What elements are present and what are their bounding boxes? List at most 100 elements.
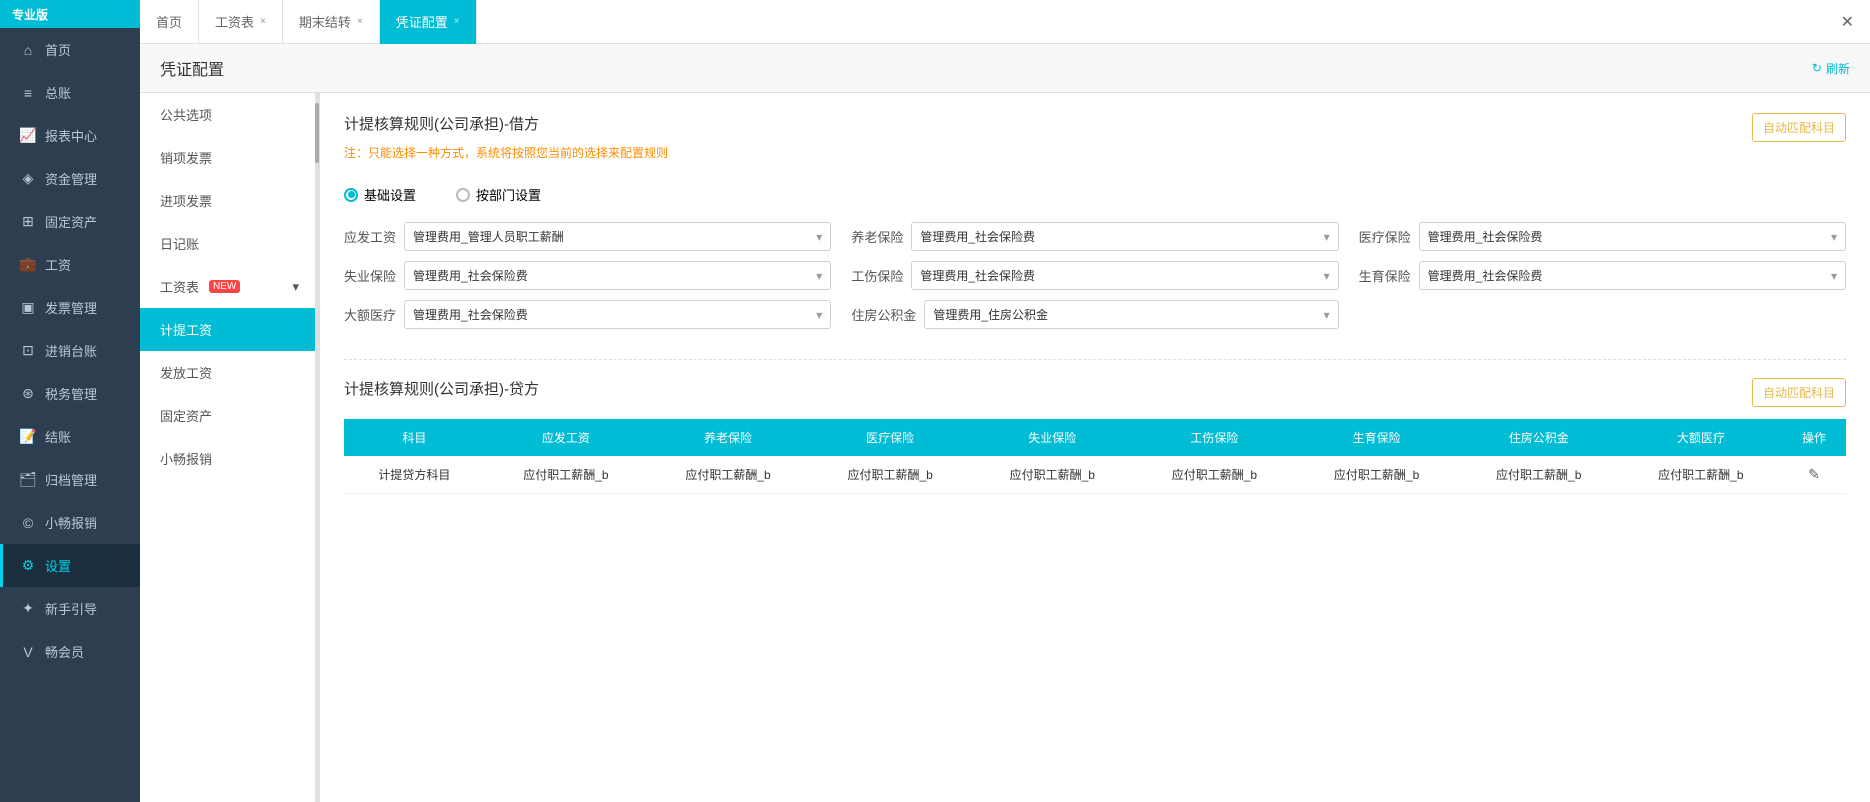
tab-salary-table[interactable]: 工资表 × (199, 0, 283, 44)
nav-label: 进项发票 (160, 191, 212, 210)
right-content: 计提核算规则(公司承担)-借方 注：只能选择一种方式，系统将按照您当前的选择来配… (320, 93, 1870, 802)
sidebar-item-label: 总账 (45, 83, 71, 102)
form-label-maternity: 生育保险 (1359, 266, 1411, 285)
left-nav-scrollbar[interactable] (315, 93, 319, 802)
section1-title: 计提核算规则(公司承担)-借方 (344, 113, 668, 134)
tab-salary-label: 工资表 (215, 12, 254, 31)
sidebar-item-fixed-assets[interactable]: ⊞ 固定资产 (0, 200, 140, 243)
sidebar-item-xiaochang-report[interactable]: © 小畅报销 (0, 501, 140, 544)
chevron-down-icon: ▾ (816, 308, 822, 322)
tab-home[interactable]: 首页 (140, 0, 199, 44)
edit-icon[interactable]: ✎ (1808, 466, 1820, 482)
td-maternity-val: 应付职工薪酬_b (1296, 456, 1458, 494)
sidebar-item-label: 结账 (45, 427, 71, 446)
th-action: 操作 (1782, 419, 1846, 456)
page-header: 凭证配置 ↻ 刷新 (140, 44, 1870, 93)
sidebar-item-home[interactable]: ⌂ 首页 (0, 28, 140, 71)
chevron-down-icon: ▾ (816, 230, 822, 244)
nav-label: 固定资产 (160, 406, 212, 425)
tab-voucher-close[interactable]: × (454, 16, 460, 27)
home-icon: ⌂ (19, 42, 37, 58)
form-select-salary[interactable]: 管理费用_管理人员职工薪酬 ▾ (404, 222, 831, 251)
topbar: 首页 工资表 × 期末结转 × 凭证配置 × ✕ (140, 0, 1870, 44)
tab-voucher-config[interactable]: 凭证配置 × (380, 0, 477, 44)
section-divider (344, 359, 1846, 360)
refresh-icon: ↻ (1812, 61, 1822, 75)
tab-period-close-btn[interactable]: × (357, 16, 363, 27)
scrollbar-thumb (315, 103, 319, 163)
sidebar-item-settings[interactable]: ⚙ 设置 (0, 544, 140, 587)
assets-icon: ⊞ (19, 213, 37, 230)
nav-item-credit-invoice[interactable]: 销项发票 (140, 136, 319, 179)
nav-item-journal[interactable]: 日记账 (140, 222, 319, 265)
form-select-text: 管理费用_社会保险费 (1428, 228, 1543, 245)
td-pension-val: 应付职工薪酬_b (647, 456, 809, 494)
nav-item-xiaochang-expense[interactable]: 小畅报销 (140, 437, 319, 480)
th-unemployment: 失业保险 (971, 419, 1133, 456)
sidebar-item-archive-mgmt[interactable]: 🗂 归档管理 (0, 458, 140, 501)
nav-label: 发放工资 (160, 363, 212, 382)
nav-item-public-options[interactable]: 公共选项 (140, 93, 319, 136)
auto-match-credit-btn[interactable]: 自动匹配科目 (1752, 378, 1846, 407)
purchase-icon: ⊡ (19, 342, 37, 359)
form-item-empty (1359, 300, 1846, 329)
sidebar-item-vip[interactable]: V 畅会员 (0, 630, 140, 673)
sidebar-item-report-center[interactable]: 📈 报表中心 (0, 114, 140, 157)
form-select-text: 管理费用_社会保险费 (920, 228, 1035, 245)
tab-voucher-label: 凭证配置 (396, 12, 448, 31)
refresh-button[interactable]: ↻ 刷新 (1812, 60, 1850, 77)
sidebar-item-closing[interactable]: 📝 结账 (0, 415, 140, 458)
form-label-housing-fund: 住房公积金 (851, 305, 916, 324)
page-title: 凭证配置 (160, 56, 224, 80)
topbar-close-button[interactable]: ✕ (1825, 0, 1870, 44)
main-area: 首页 工资表 × 期末结转 × 凭证配置 × ✕ 凭证配置 ↻ 刷新 公共选项 (140, 0, 1870, 802)
sidebar-item-label: 畅会员 (45, 642, 84, 661)
th-medical: 医疗保险 (809, 419, 971, 456)
sidebar-item-payroll[interactable]: 💼 工资 (0, 243, 140, 286)
tab-salary-close[interactable]: × (260, 16, 266, 27)
th-pension: 养老保险 (647, 419, 809, 456)
chevron-down-icon: ▾ (816, 269, 822, 283)
td-salary-val: 应付职工薪酬_b (485, 456, 647, 494)
radio-label-basic: 基础设置 (364, 185, 416, 204)
sidebar-item-purchase-sales[interactable]: ⊡ 进销台账 (0, 329, 140, 372)
nav-item-pay-salary[interactable]: 发放工资 (140, 351, 319, 394)
settings-icon: ⚙ (19, 557, 37, 574)
sidebar-item-new-guide[interactable]: ✦ 新手引导 (0, 587, 140, 630)
form-select-pension[interactable]: 管理费用_社会保险费 ▾ (911, 222, 1338, 251)
nav-item-debit-invoice[interactable]: 进项发票 (140, 179, 319, 222)
section-debit-rules: 计提核算规则(公司承担)-借方 注：只能选择一种方式，系统将按照您当前的选择来配… (344, 113, 1846, 329)
sidebar-item-fund-mgmt[interactable]: ◈ 资金管理 (0, 157, 140, 200)
form-select-medical[interactable]: 管理费用_社会保险费 ▾ (1419, 222, 1846, 251)
nav-item-accrued-salary[interactable]: 计提工资 (140, 308, 319, 351)
form-label-injury: 工伤保险 (851, 266, 903, 285)
form-select-injury[interactable]: 管理费用_社会保险费 ▾ (911, 261, 1338, 290)
tab-period-close[interactable]: 期末结转 × (283, 0, 380, 44)
chevron-down-icon: ▾ (292, 279, 299, 295)
credit-rules-table: 科目 应发工资 养老保险 医疗保险 失业保险 工伤保险 生育保险 住房公积金 大… (344, 419, 1846, 494)
form-label-pension: 养老保险 (851, 227, 903, 246)
sidebar-item-label: 发票管理 (45, 298, 97, 317)
nav-item-salary-table[interactable]: 工资表 NEW ▾ (140, 265, 319, 308)
radio-basic-setup[interactable]: 基础设置 (344, 185, 416, 204)
form-select-unemployment[interactable]: 管理费用_社会保险费 ▾ (404, 261, 831, 290)
nav-label: 工资表 (160, 277, 199, 296)
sidebar-item-general-ledger[interactable]: ≡ 总账 (0, 71, 140, 114)
auto-match-debit-btn[interactable]: 自动匹配科目 (1752, 113, 1846, 142)
radio-circle-dept (456, 188, 470, 202)
form-select-major-medical[interactable]: 管理费用_社会保险费 ▾ (404, 300, 831, 329)
form-select-maternity[interactable]: 管理费用_社会保险费 ▾ (1419, 261, 1846, 290)
tab-home-label: 首页 (156, 12, 182, 31)
sidebar-item-invoice-mgmt[interactable]: ▣ 发票管理 (0, 286, 140, 329)
sidebar-item-label: 固定资产 (45, 212, 97, 231)
xiaochang-icon: © (19, 515, 37, 531)
td-action[interactable]: ✎ (1782, 456, 1846, 494)
report-icon: 📈 (19, 127, 37, 144)
nav-item-fixed-assets[interactable]: 固定资产 (140, 394, 319, 437)
form-item-housing-fund: 住房公积金 管理费用_住房公积金 ▾ (851, 300, 1338, 329)
form-select-housing-fund[interactable]: 管理费用_住房公积金 ▾ (924, 300, 1338, 329)
invoice-icon: ▣ (19, 299, 37, 316)
sidebar-item-tax-mgmt[interactable]: ⊛ 税务管理 (0, 372, 140, 415)
radio-dept-setup[interactable]: 按部门设置 (456, 185, 541, 204)
sidebar-item-label: 设置 (45, 556, 71, 575)
